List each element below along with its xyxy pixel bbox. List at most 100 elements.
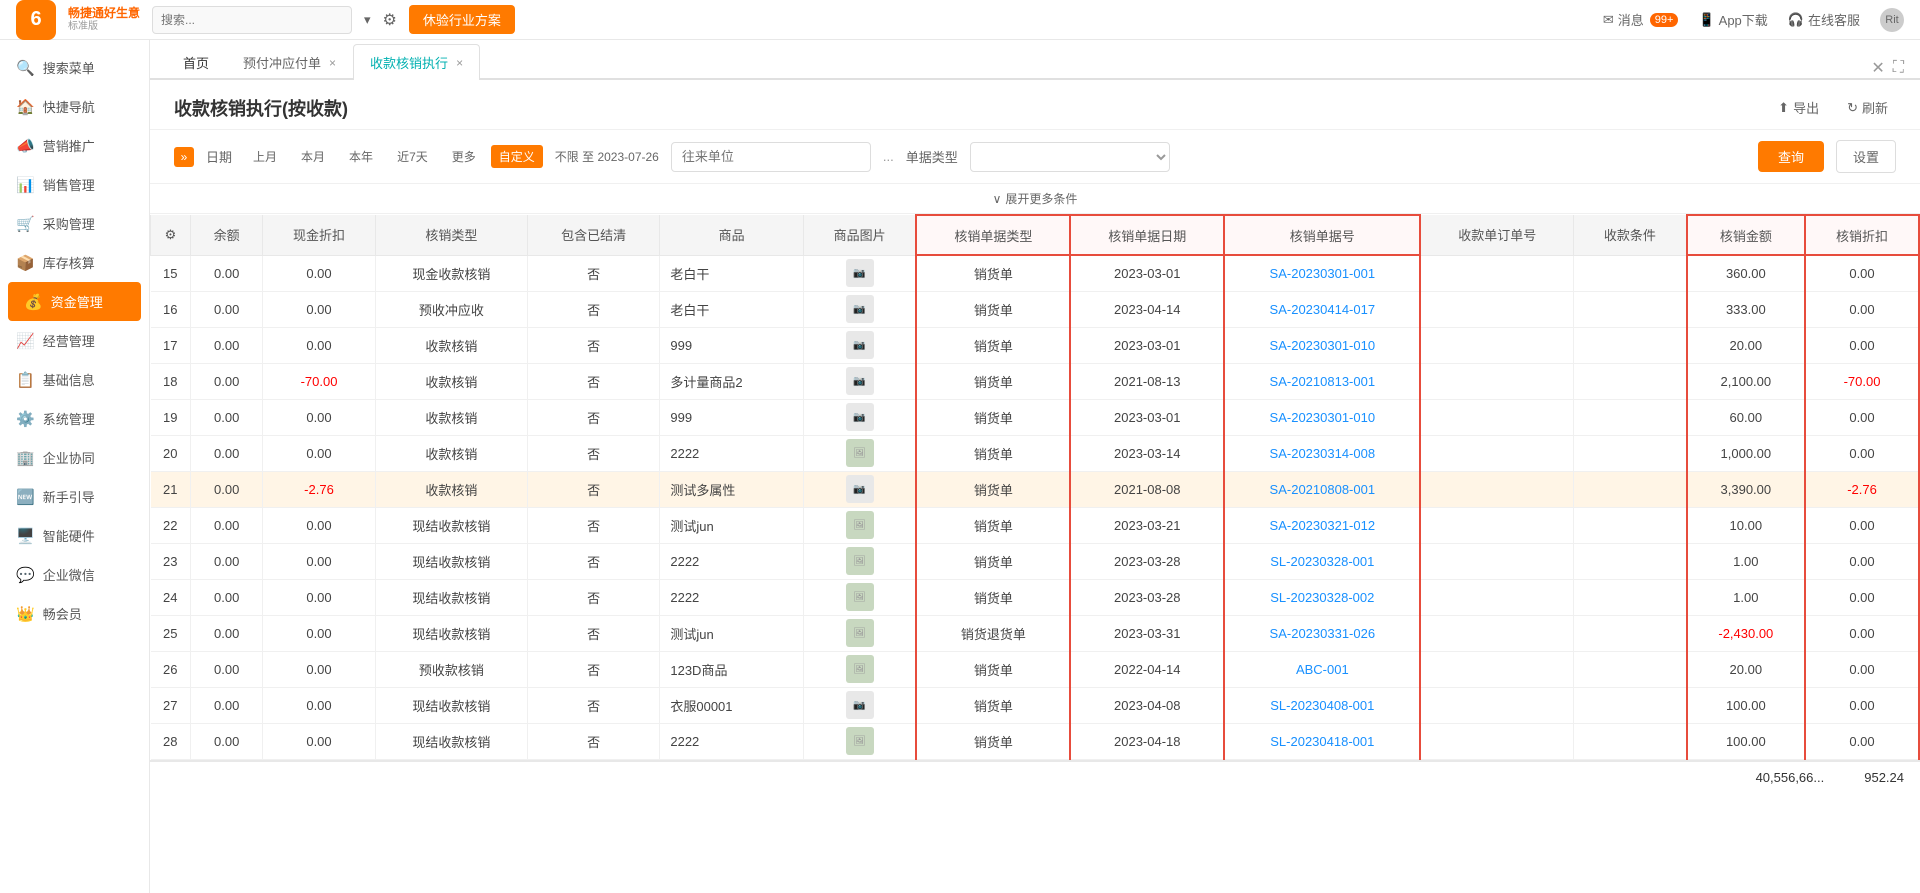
date-last-month-btn[interactable]: 上月 <box>244 144 286 169</box>
sidebar-item-hardware[interactable]: 🖥️ 智能硬件 <box>0 516 149 555</box>
sidebar-item-basic[interactable]: 📋 基础信息 <box>0 360 149 399</box>
message-item[interactable]: ✉ 消息 99+ <box>1603 10 1679 29</box>
verify-amount: 10.00 <box>1687 507 1805 543</box>
megaphone-icon: 📣 <box>16 137 35 155</box>
verify-discount: 0.00 <box>1805 399 1919 435</box>
verify-bill-no[interactable]: SA-20230321-012 <box>1224 507 1420 543</box>
verify-bill-date: 2023-03-21 <box>1070 507 1224 543</box>
app-name: 畅捷通好生意 <box>68 6 140 20</box>
verify-bill-type: 销货单 <box>916 291 1070 327</box>
product-img-cell: 📷 <box>803 687 916 723</box>
receipt-order-no <box>1420 291 1573 327</box>
receipt-order-no <box>1420 687 1573 723</box>
receipt-order-no <box>1420 543 1573 579</box>
receipt-order-no <box>1420 615 1573 651</box>
date-more-btn[interactable]: 更多 <box>443 144 485 169</box>
verify-bill-date: 2023-03-31 <box>1070 615 1224 651</box>
date-7days-btn[interactable]: 近7天 <box>388 144 437 169</box>
include-settled: 否 <box>528 291 660 327</box>
refresh-icon: ↻ <box>1847 100 1858 116</box>
filter-expand-button[interactable]: » <box>174 147 194 167</box>
verify-bill-no[interactable]: SA-20210813-001 <box>1224 363 1420 399</box>
verify-bill-type: 销货单 <box>916 435 1070 471</box>
sidebar-item-inventory[interactable]: 📦 库存核算 <box>0 243 149 282</box>
counterparty-input[interactable] <box>671 142 871 172</box>
verify-type: 现结收款核销 <box>375 579 527 615</box>
receipt-condition <box>1574 615 1687 651</box>
bill-type-select[interactable] <box>970 142 1170 172</box>
sidebar-item-sales[interactable]: 📊 销售管理 <box>0 165 149 204</box>
verify-bill-no[interactable]: ABC-001 <box>1224 651 1420 687</box>
app-download-item[interactable]: 📱 App下载 <box>1698 10 1767 29</box>
th-settings[interactable]: ⚙ <box>151 215 191 255</box>
user-avatar-item[interactable]: Rit <box>1880 8 1904 32</box>
message-icon: ✉ <box>1603 12 1614 28</box>
sidebar-item-corp[interactable]: 🏢 企业协同 <box>0 438 149 477</box>
date-this-year-btn[interactable]: 本年 <box>340 144 382 169</box>
verify-bill-no[interactable]: SA-20230301-001 <box>1224 255 1420 291</box>
tab-close-all-icon[interactable]: ✕ <box>1871 58 1884 78</box>
refresh-button[interactable]: ↻ 刷新 <box>1839 94 1896 121</box>
verify-bill-no[interactable]: SA-20230314-008 <box>1224 435 1420 471</box>
industry-plan-button[interactable]: 休验行业方案 <box>409 5 515 34</box>
settings-button[interactable]: 设置 <box>1836 140 1896 173</box>
sidebar-item-purchase[interactable]: 🛒 采购管理 <box>0 204 149 243</box>
gear-icon: ⚙️ <box>16 410 35 428</box>
verify-discount: 0.00 <box>1805 543 1919 579</box>
date-this-month-btn[interactable]: 本月 <box>292 144 334 169</box>
search-dropdown-icon[interactable]: ▾ <box>364 12 371 28</box>
tab-close-prepay[interactable]: × <box>329 56 336 70</box>
sidebar-item-operation[interactable]: 📈 经营管理 <box>0 321 149 360</box>
verify-bill-date: 2023-04-14 <box>1070 291 1224 327</box>
sidebar-item-quicknav[interactable]: 🏠 快捷导航 <box>0 87 149 126</box>
top-search-input[interactable] <box>152 6 352 34</box>
online-service-item[interactable]: 🎧 在线客服 <box>1788 10 1860 29</box>
verify-discount: -2.76 <box>1805 471 1919 507</box>
include-settled: 否 <box>528 651 660 687</box>
sidebar-item-wechat[interactable]: 💬 企业微信 <box>0 555 149 594</box>
cash-discount: 0.00 <box>263 615 375 651</box>
cash-discount: 0.00 <box>263 687 375 723</box>
verify-type: 收款核销 <box>375 471 527 507</box>
settings-icon[interactable]: ⚙ <box>383 10 397 30</box>
verify-bill-no[interactable]: SA-20230301-010 <box>1224 399 1420 435</box>
product-thumbnail: 🖼 <box>846 439 874 467</box>
verify-bill-type: 销货单 <box>916 543 1070 579</box>
cash-discount: 0.00 <box>263 579 375 615</box>
sidebar-item-guide[interactable]: 🆕 新手引导 <box>0 477 149 516</box>
tab-collection[interactable]: 收款核销执行 × <box>353 44 480 80</box>
sidebar-item-system[interactable]: ⚙️ 系统管理 <box>0 399 149 438</box>
receipt-order-no <box>1420 399 1573 435</box>
date-custom-btn[interactable]: 自定义 <box>491 145 543 168</box>
table-footer: 40,556,66... 952.24 <box>150 760 1920 793</box>
verify-bill-no[interactable]: SA-20230414-017 <box>1224 291 1420 327</box>
verify-amount: 333.00 <box>1687 291 1805 327</box>
tab-home[interactable]: 首页 <box>166 44 226 80</box>
verify-bill-no[interactable]: SA-20210808-001 <box>1224 471 1420 507</box>
headset-icon: 🎧 <box>1788 12 1804 28</box>
product-img-cell: 📷 <box>803 363 916 399</box>
sidebar-item-marketing[interactable]: 📣 营销推广 <box>0 126 149 165</box>
export-button[interactable]: ⬆ 导出 <box>1770 94 1827 121</box>
verify-bill-no[interactable]: SL-20230328-001 <box>1224 543 1420 579</box>
expand-more-button[interactable]: ∨ 展开更多条件 <box>993 190 1078 207</box>
table-container[interactable]: ⚙ 余额 现金折扣 核销类型 包含已结清 商品 商品图片 核销单据类型 核销单据… <box>150 214 1920 893</box>
tab-prepay[interactable]: 预付冲应付单 × <box>226 44 353 80</box>
tab-expand-icon[interactable]: ⛶ <box>1893 59 1904 77</box>
sidebar-item-finance[interactable]: 💰 资金管理 <box>8 282 141 321</box>
tab-close-collection[interactable]: × <box>456 56 463 70</box>
verify-bill-no[interactable]: SA-20230331-026 <box>1224 615 1420 651</box>
product: 2222 <box>660 435 803 471</box>
sidebar-item-member[interactable]: 👑 畅会员 <box>0 594 149 633</box>
sidebar-item-label: 搜索菜单 <box>43 58 95 77</box>
counterparty-more-icon[interactable]: ... <box>883 149 894 164</box>
query-button[interactable]: 查询 <box>1758 141 1824 172</box>
verify-bill-no[interactable]: SL-20230328-002 <box>1224 579 1420 615</box>
cash-discount: 0.00 <box>263 651 375 687</box>
verify-bill-no[interactable]: SL-20230408-001 <box>1224 687 1420 723</box>
verify-type: 收款核销 <box>375 327 527 363</box>
receipt-condition <box>1574 651 1687 687</box>
verify-bill-no[interactable]: SL-20230418-001 <box>1224 723 1420 759</box>
verify-bill-no[interactable]: SA-20230301-010 <box>1224 327 1420 363</box>
sidebar-item-search[interactable]: 🔍 搜索菜单 <box>0 48 149 87</box>
